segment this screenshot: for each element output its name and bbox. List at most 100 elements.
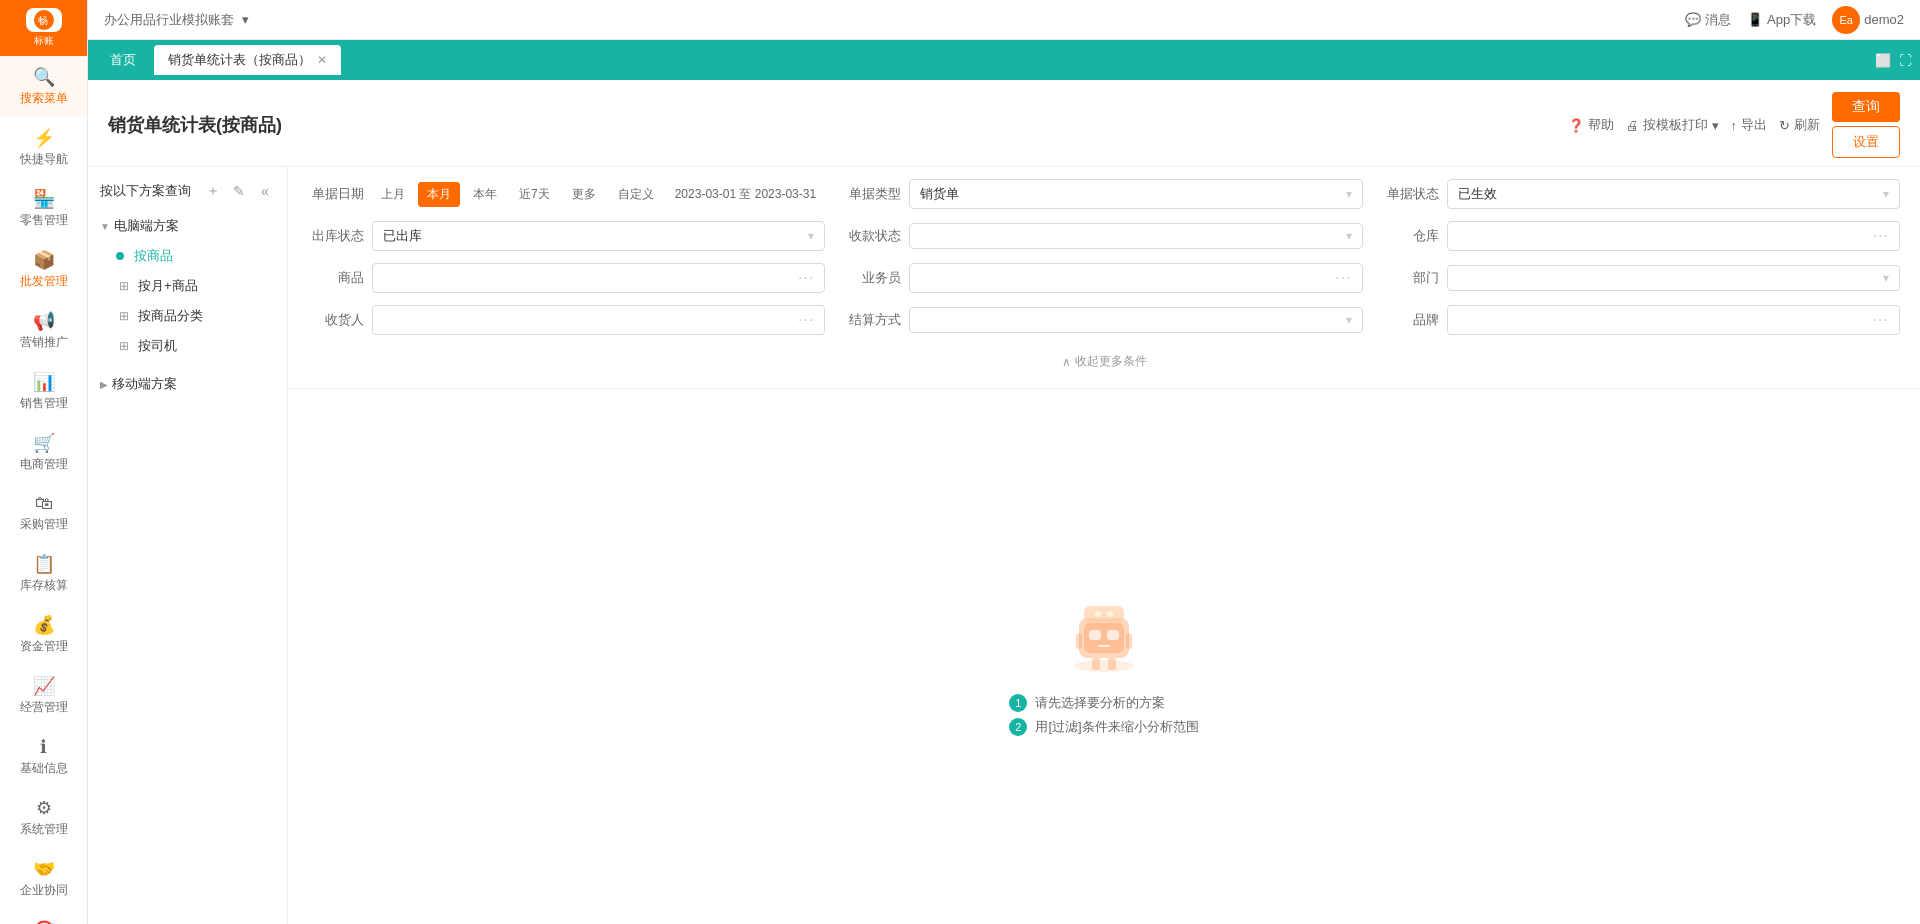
tab-minimize-icon[interactable]: ⬜ xyxy=(1875,53,1891,68)
staff-dots-icon[interactable]: ··· xyxy=(1335,269,1351,287)
tree-arrow-mobile: ▶ xyxy=(100,379,108,390)
collapse-filters-btn[interactable]: ∧ 收起更多条件 xyxy=(1056,347,1153,376)
sidebar-item-search[interactable]: 🔍 搜索菜单 xyxy=(0,56,87,117)
sidebar-item-purchase[interactable]: 🛍 采购管理 xyxy=(0,483,87,543)
tree-parent-mobile[interactable]: ▶ 移动端方案 xyxy=(88,369,287,399)
filter-goods-value[interactable]: ··· xyxy=(372,263,825,293)
sidebar-item-quicknav[interactable]: ⚡ 快捷导航 xyxy=(0,117,87,178)
filter-doc-status: 单据状态 已生效 ▾ xyxy=(1383,179,1900,209)
baseinfo-icon: ℹ xyxy=(40,736,47,758)
filter-doc-type-label: 单据类型 xyxy=(845,185,901,203)
user-area[interactable]: Ea demo2 xyxy=(1832,6,1904,34)
filter-warehouse-value[interactable]: ··· xyxy=(1447,221,1900,251)
svg-point-2 xyxy=(1074,660,1134,672)
hint-num-1: 1 xyxy=(1009,694,1027,712)
date-btn-custom[interactable]: 自定义 xyxy=(609,182,663,207)
left-panel-icons: ＋ ✎ « xyxy=(203,181,275,201)
svg-text:畅: 畅 xyxy=(38,15,48,26)
main-area: 办公用品行业模拟账套 ▾ 💬 消息 📱 App下载 Ea demo2 首页 xyxy=(88,0,1920,924)
app-download-btn[interactable]: 📱 App下载 xyxy=(1747,11,1816,29)
date-btn-thisyear[interactable]: 本年 xyxy=(464,182,506,207)
tree-parent-pc[interactable]: ▼ 电脑端方案 xyxy=(88,211,287,241)
sidebar-item-wholesale[interactable]: 📦 批发管理 xyxy=(0,239,87,300)
svg-point-13 xyxy=(1095,611,1101,617)
sidebar-item-operation[interactable]: 📈 经营管理 xyxy=(0,665,87,726)
filter-out-status-label: 出库状态 xyxy=(308,227,364,245)
filter-staff-value[interactable]: ··· xyxy=(909,263,1362,293)
tree-child-by-goods-cat[interactable]: ⊞ 按商品分类 xyxy=(88,301,287,331)
setting-button[interactable]: 设置 xyxy=(1832,126,1900,158)
tab-maximize-icon[interactable]: ⛶ xyxy=(1899,53,1912,68)
filter-brand-value[interactable]: ··· xyxy=(1447,305,1900,335)
title-actions: ❓ 帮助 🖨 按模板打印 ▾ ↑ 导出 ↻ 刷新 查询 xyxy=(1568,92,1901,158)
message-btn[interactable]: 💬 消息 xyxy=(1685,11,1731,29)
export-btn[interactable]: ↑ 导出 xyxy=(1731,116,1768,134)
filter-receiver-value[interactable]: ··· xyxy=(372,305,825,335)
hint-num-2: 2 xyxy=(1009,718,1027,736)
sidebar-item-retail[interactable]: 🏪 零售管理 xyxy=(0,178,87,239)
filter-collect-label: 收款状态 xyxy=(845,227,901,245)
filter-out-status-value[interactable]: 已出库 ▾ xyxy=(372,221,825,251)
refresh-btn[interactable]: ↻ 刷新 xyxy=(1779,116,1820,134)
tree-child-month-goods-label: 按月+商品 xyxy=(138,277,198,295)
filter-row-3: 商品 ··· 业务员 ··· xyxy=(308,263,1900,293)
add-scheme-icon[interactable]: ＋ xyxy=(203,181,223,201)
brand-dots-icon[interactable]: ··· xyxy=(1873,311,1889,329)
sidebar-item-finance[interactable]: 💰 资金管理 xyxy=(0,604,87,665)
retail-icon: 🏪 xyxy=(33,188,55,210)
inventory-icon: 📋 xyxy=(33,553,55,575)
sidebar-item-marketing[interactable]: 📢 营销推广 xyxy=(0,300,87,361)
receiver-dots-icon[interactable]: ··· xyxy=(798,311,814,329)
sidebar-item-system[interactable]: ⚙ 系统管理 xyxy=(0,787,87,848)
filter-warehouse: 仓库 ··· xyxy=(1383,221,1900,251)
filter-settle-value[interactable]: ▾ xyxy=(909,307,1362,333)
sidebar-item-sales-label: 销售管理 xyxy=(20,395,68,412)
sidebar-item-collab[interactable]: 🤝 企业协同 xyxy=(0,848,87,909)
tab-close-icon[interactable]: ✕ xyxy=(317,53,327,67)
goods-dots-icon[interactable]: ··· xyxy=(798,269,814,287)
sidebar-item-guide[interactable]: 🎯 新手引导 xyxy=(0,909,87,924)
warehouse-dots-icon[interactable]: ··· xyxy=(1873,227,1889,245)
sidebar-item-sales[interactable]: 📊 销售管理 xyxy=(0,361,87,422)
sidebar-item-system-label: 系统管理 xyxy=(20,821,68,838)
filter-dept-value[interactable]: ▾ xyxy=(1447,265,1900,291)
header-right: 💬 消息 📱 App下载 Ea demo2 xyxy=(1685,6,1904,34)
query-button[interactable]: 查询 xyxy=(1832,92,1900,122)
app-download-icon: 📱 xyxy=(1747,12,1763,27)
date-btn-more[interactable]: 更多 xyxy=(563,182,605,207)
sidebar-item-search-label: 搜索菜单 xyxy=(20,90,68,107)
logo-text: 标账 xyxy=(34,34,54,48)
sidebar-item-baseinfo[interactable]: ℹ 基础信息 xyxy=(0,726,87,787)
tree-parent-pc-label: 电脑端方案 xyxy=(114,217,179,235)
filter-doc-type-value[interactable]: 销货单 ▾ xyxy=(909,179,1362,209)
tree-child-by-month-goods[interactable]: ⊞ 按月+商品 xyxy=(88,271,287,301)
filter-doc-type-text: 销货单 xyxy=(920,185,1339,203)
help-btn[interactable]: ❓ 帮助 xyxy=(1568,116,1614,134)
tab-sales-stats-label: 销货单统计表（按商品） xyxy=(168,51,311,69)
svg-rect-12 xyxy=(1084,606,1124,622)
edit-scheme-icon[interactable]: ✎ xyxy=(229,181,249,201)
user-label: demo2 xyxy=(1864,12,1904,27)
tab-bar: 首页 销货单统计表（按商品） ✕ ⬜ ⛶ xyxy=(88,40,1920,80)
filter-doc-status-value[interactable]: 已生效 ▾ xyxy=(1447,179,1900,209)
settle-caret-icon: ▾ xyxy=(1346,313,1352,327)
filter-collect-value[interactable]: ▾ xyxy=(909,223,1362,249)
top-title-arrow: ▾ xyxy=(242,12,249,27)
date-btn-lastmonth[interactable]: 上月 xyxy=(372,182,414,207)
tree-child-by-goods[interactable]: 按商品 xyxy=(88,241,287,271)
sidebar-item-ecommerce[interactable]: 🛒 电商管理 xyxy=(0,422,87,483)
date-btn-thismonth[interactable]: 本月 xyxy=(418,182,460,207)
collapse-panel-icon[interactable]: « xyxy=(255,181,275,201)
filter-date-label: 单据日期 xyxy=(308,185,364,203)
tab-sales-stats[interactable]: 销货单统计表（按商品） ✕ xyxy=(154,45,341,75)
tree-child-by-driver[interactable]: ⊞ 按司机 xyxy=(88,331,287,361)
sidebar-item-purchase-label: 采购管理 xyxy=(20,516,68,533)
top-title-area[interactable]: 办公用品行业模拟账套 ▾ xyxy=(104,11,249,29)
sidebar-item-inventory[interactable]: 📋 库存核算 xyxy=(0,543,87,604)
template-print-btn[interactable]: 🖨 按模板打印 ▾ xyxy=(1626,116,1719,134)
sidebar-item-wholesale-label: 批发管理 xyxy=(20,273,68,290)
tab-home[interactable]: 首页 xyxy=(96,45,150,75)
doc-type-caret-icon: ▾ xyxy=(1346,187,1352,201)
date-btn-7days[interactable]: 近7天 xyxy=(510,182,559,207)
page-content: 销货单统计表(按商品) ❓ 帮助 🖨 按模板打印 ▾ ↑ 导出 ↻ 刷新 xyxy=(88,80,1920,924)
